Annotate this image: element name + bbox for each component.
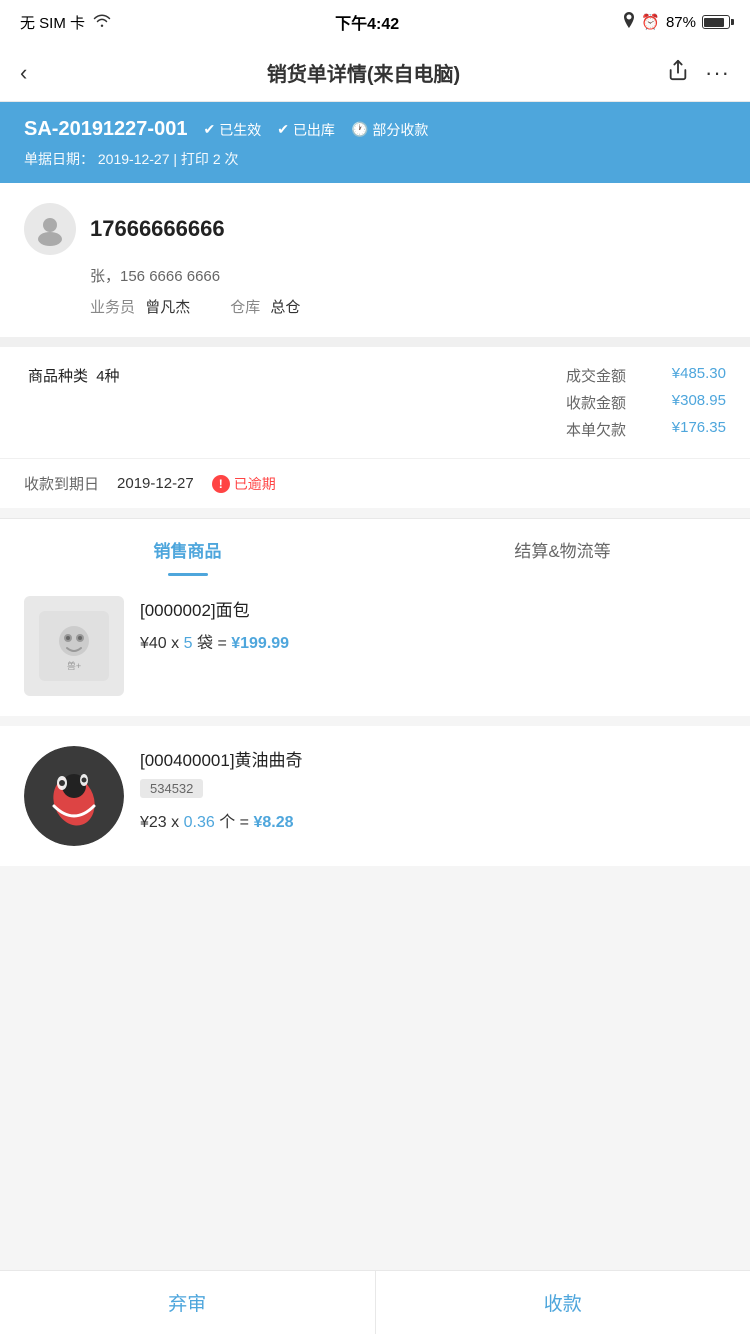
- product-info-1: [0000002]面包 ¥40 x 5 袋 = ¥199.99: [140, 596, 726, 653]
- order-date-row: 单据日期： 2019-12-27 | 打印 2 次: [24, 149, 726, 169]
- types-label: 商品种类: [28, 368, 88, 385]
- product-list: 兽+ [0000002]面包 ¥40 x 5 袋 = ¥199.99: [0, 576, 750, 948]
- price-base-2: ¥23: [140, 814, 167, 831]
- customer-contact: 张，156 6666 6666: [24, 265, 726, 286]
- badge-partial-payment: 🕐 部分收款: [351, 120, 428, 140]
- back-button[interactable]: ‹: [20, 60, 60, 86]
- product-sku-2: 534532: [140, 779, 203, 798]
- collect-payment-button[interactable]: 收款: [375, 1271, 750, 1334]
- overdue-badge: ! 已逾期: [212, 474, 276, 494]
- divider-1: [0, 337, 750, 347]
- cancel-review-button[interactable]: 弃审: [0, 1271, 375, 1334]
- sales-person-value: 曾凡杰: [145, 299, 190, 316]
- date-label: 单据日期：: [24, 151, 94, 167]
- list-item: [000400001]黄油曲奇 534532 ¥23 x 0.36 个 = ¥8…: [0, 726, 750, 866]
- received-value: ¥308.95: [646, 392, 726, 413]
- price-eq-2: =: [240, 814, 254, 831]
- page-title: 销货单详情(来自电脑): [60, 58, 667, 87]
- battery-icon: [702, 15, 730, 29]
- badge-activated: ✔ 已生效: [203, 120, 261, 140]
- debt-value: ¥176.35: [646, 419, 726, 440]
- tab-sales-products[interactable]: 销售商品: [0, 519, 375, 576]
- order-header-banner: SA-20191227-001 ✔ 已生效 ✔ 已出库 🕐 部分收款 单据日期：…: [0, 102, 750, 183]
- qty-1: 5: [184, 635, 193, 652]
- order-date: 2019-12-27: [98, 151, 170, 167]
- customer-section: 17666666666 张，156 6666 6666 业务员 曾凡杰 仓库 总…: [0, 183, 750, 337]
- unit-2: 个: [219, 814, 235, 831]
- sales-person-label: 业务员: [90, 299, 135, 316]
- price-x-2: x: [171, 814, 183, 831]
- deal-amount-row: 成交金额 ¥485.30: [566, 365, 726, 386]
- sales-person-field: 业务员 曾凡杰: [90, 296, 190, 317]
- warehouse-value: 总仓: [270, 299, 300, 316]
- debt-label: 本单欠款: [566, 419, 626, 440]
- received-label: 收款金额: [566, 392, 626, 413]
- due-date-section: 收款到期日 2019-12-27 ! 已逾期: [0, 458, 750, 508]
- due-date: 2019-12-27: [117, 475, 194, 492]
- price-x-1: x: [171, 635, 183, 652]
- types-count: 4种: [96, 368, 119, 385]
- product-thumbnail-1: 兽+: [24, 596, 124, 696]
- status-time: 下午4:42: [335, 10, 399, 34]
- customer-id: 17666666666: [90, 216, 225, 242]
- financial-stats: 成交金额 ¥485.30 收款金额 ¥308.95 本单欠款 ¥176.35: [566, 365, 726, 440]
- due-label: 收款到期日: [24, 473, 99, 494]
- product-thumbnail-2: [24, 746, 124, 846]
- deal-amount-label: 成交金额: [566, 365, 626, 386]
- product-price-2: ¥23 x 0.36 个 = ¥8.28: [140, 808, 726, 832]
- order-id: SA-20191227-001: [24, 118, 187, 141]
- deal-amount-value: ¥485.30: [646, 365, 726, 386]
- nav-actions: ···: [667, 59, 730, 87]
- avatar: [24, 203, 76, 255]
- more-icon[interactable]: ···: [705, 60, 730, 86]
- warehouse-field: 仓库 总仓: [230, 296, 300, 317]
- carrier-label: 无 SIM 卡: [20, 12, 85, 33]
- status-right: ⏰ 87%: [623, 12, 730, 32]
- total-1: ¥199.99: [231, 635, 289, 652]
- alarm-icon: ⏰: [641, 13, 660, 31]
- stats-section: 商品种类 4种 成交金额 ¥485.30 收款金额 ¥308.95 本单欠款 ¥…: [0, 347, 750, 458]
- customer-meta: 业务员 曾凡杰 仓库 总仓: [24, 296, 726, 317]
- share-icon[interactable]: [667, 59, 689, 87]
- customer-name-row: 17666666666: [24, 203, 726, 255]
- status-bar: 无 SIM 卡 下午4:42 ⏰ 87%: [0, 0, 750, 44]
- price-eq-1: =: [217, 635, 231, 652]
- order-id-row: SA-20191227-001 ✔ 已生效 ✔ 已出库 🕐 部分收款: [24, 118, 726, 141]
- tabs-section: 销售商品 结算&物流等: [0, 518, 750, 576]
- list-item: 兽+ [0000002]面包 ¥40 x 5 袋 = ¥199.99: [0, 576, 750, 716]
- wifi-icon: [93, 13, 111, 31]
- svg-text:兽+: 兽+: [67, 660, 81, 671]
- badge-shipped: ✔ 已出库: [277, 120, 335, 140]
- warehouse-label: 仓库: [230, 299, 260, 316]
- overdue-icon: !: [212, 475, 230, 493]
- unit-1: 袋: [197, 635, 213, 652]
- product-name-1: [0000002]面包: [140, 596, 726, 621]
- battery-percent: 87%: [666, 14, 696, 31]
- overdue-text: 已逾期: [234, 474, 276, 494]
- debt-amount-row: 本单欠款 ¥176.35: [566, 419, 726, 440]
- tab-settlement-logistics[interactable]: 结算&物流等: [375, 519, 750, 576]
- location-icon: [623, 12, 635, 32]
- received-amount-row: 收款金额 ¥308.95: [566, 392, 726, 413]
- qty-2: 0.36: [184, 814, 215, 831]
- nav-bar: ‹ 销货单详情(来自电脑) ···: [0, 44, 750, 102]
- product-types: 商品种类 4种: [24, 365, 120, 386]
- status-left: 无 SIM 卡: [20, 12, 111, 33]
- bottom-bar: 弃审 收款: [0, 1270, 750, 1334]
- total-2: ¥8.28: [253, 814, 293, 831]
- product-name-2: [000400001]黄油曲奇: [140, 746, 726, 771]
- product-price-1: ¥40 x 5 袋 = ¥199.99: [140, 629, 726, 653]
- price-base-1: ¥40: [140, 635, 167, 652]
- product-info-2: [000400001]黄油曲奇 534532 ¥23 x 0.36 个 = ¥8…: [140, 746, 726, 832]
- print-info: | 打印 2 次: [173, 151, 238, 167]
